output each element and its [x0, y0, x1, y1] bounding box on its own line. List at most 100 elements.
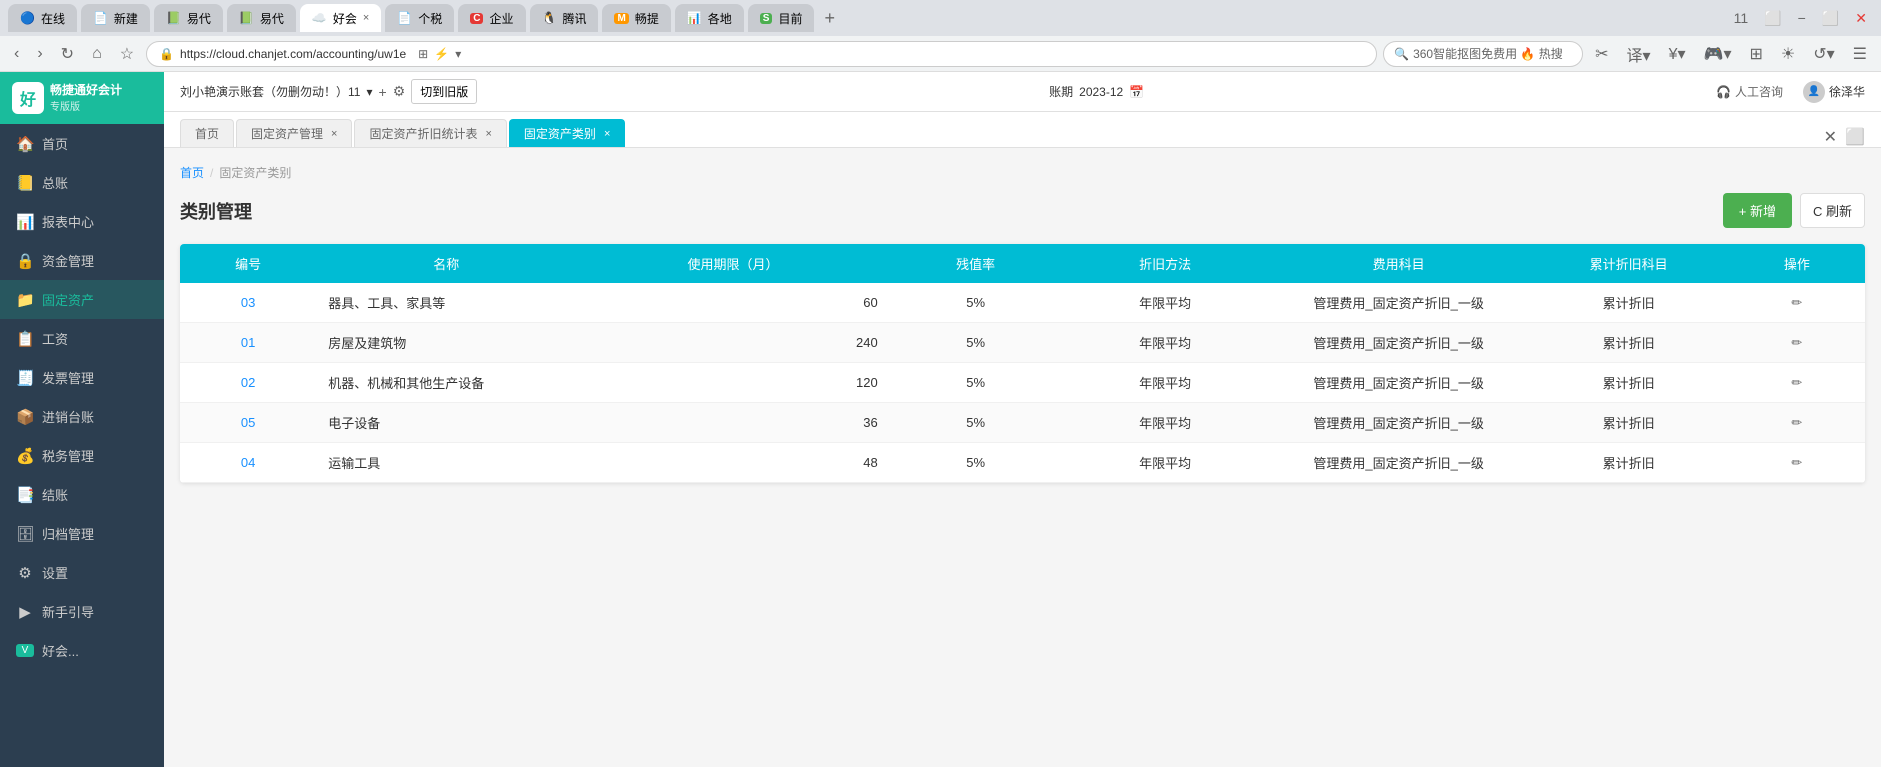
browser-tab-4[interactable]: 📗 易代 — [227, 4, 296, 32]
sidebar-item-fixed-assets[interactable]: 📁 固定资产 — [0, 280, 164, 319]
edit-icon[interactable]: ✏ — [1791, 415, 1802, 430]
browser-tab-1[interactable]: 🔵 在线 — [8, 4, 77, 32]
breadcrumb: 首页 / 固定资产类别 — [180, 164, 1865, 181]
grid-button[interactable]: ⊞ — [1743, 40, 1768, 68]
cell-name: 器具、工具、家具等 — [316, 283, 576, 323]
edit-icon[interactable]: ✏ — [1791, 295, 1802, 310]
breadcrumb-home[interactable]: 首页 — [180, 164, 204, 181]
window-tab-button[interactable]: ⬜ — [1758, 8, 1787, 29]
avatar-icon: 👤 — [1803, 81, 1825, 103]
sidebar-item-archive[interactable]: 🗄 归档管理 — [0, 514, 164, 553]
menu-button[interactable]: ☰ — [1847, 40, 1873, 68]
page-tab-depreciation[interactable]: 固定资产折旧统计表 × — [354, 119, 506, 147]
window-restore-button[interactable]: − — [1792, 8, 1812, 28]
browser-tab-9[interactable]: M 畅提 — [602, 4, 670, 32]
browser-tab-2[interactable]: 📄 新建 — [81, 4, 150, 32]
search-bar[interactable]: 🔍 360智能抠图免费用 🔥 热搜 — [1383, 41, 1583, 67]
sidebar-item-funds[interactable]: 🔒 资金管理 — [0, 241, 164, 280]
sidebar-item-settings[interactable]: ⚙ 设置 — [0, 553, 164, 592]
settings-gear-icon[interactable]: ⚙ — [393, 83, 406, 100]
user-avatar[interactable]: 👤 徐泽华 — [1803, 81, 1865, 103]
sidebar-item-guide[interactable]: ▶ 新手引导 — [0, 592, 164, 631]
calendar-icon[interactable]: 📅 — [1129, 85, 1144, 99]
cell-method: 年限平均 — [1061, 363, 1268, 403]
code-link[interactable]: 04 — [241, 455, 255, 470]
back-button[interactable]: ‹ — [8, 41, 25, 67]
close-tab-5-icon[interactable]: × — [363, 12, 369, 24]
sidebar-item-reports[interactable]: 📊 报表中心 — [0, 202, 164, 241]
archive-icon: 🗄 — [16, 525, 34, 543]
edit-icon[interactable]: ✏ — [1791, 375, 1802, 390]
cell-action: ✏ — [1729, 403, 1865, 443]
browser-tab-5[interactable]: ☁️ 好会 × — [300, 4, 381, 32]
add-account-button[interactable]: + — [379, 84, 387, 100]
game-button[interactable]: 🎮▾ — [1698, 40, 1738, 68]
col-method: 折旧方法 — [1061, 244, 1268, 283]
cell-name: 房屋及建筑物 — [316, 323, 576, 363]
sidebar-item-settle[interactable]: 📑 结账 — [0, 475, 164, 514]
page-tab-category[interactable]: 固定资产类别 × — [509, 119, 625, 147]
code-link[interactable]: 05 — [241, 415, 255, 430]
sidebar-item-more[interactable]: V 好会... — [0, 631, 164, 670]
cell-accumulated: 累计折旧 — [1529, 323, 1729, 363]
support-link[interactable]: 🎧 人工咨询 — [1716, 83, 1783, 100]
browser-tab-6[interactable]: 📄 个税 — [385, 4, 454, 32]
col-code: 编号 — [180, 244, 316, 283]
settings-icon: ⚙ — [16, 564, 34, 582]
bookmark-button[interactable]: ☆ — [114, 40, 140, 68]
scissors-button[interactable]: ✂ — [1589, 40, 1614, 68]
browser-tab-bar: 🔵 在线 📄 新建 📗 易代 📗 易代 ☁️ 好会 × 📄 个税 C 企业 🐧 … — [0, 0, 1881, 36]
translate-button[interactable]: 译▾ — [1621, 38, 1657, 70]
forward-button[interactable]: › — [31, 41, 48, 67]
code-link[interactable]: 03 — [241, 295, 255, 310]
sidebar-item-tax[interactable]: 💰 税务管理 — [0, 436, 164, 475]
edit-icon[interactable]: ✏ — [1791, 335, 1802, 350]
currency-button[interactable]: ¥▾ — [1663, 40, 1692, 68]
history-button[interactable]: ↺▾ — [1807, 40, 1840, 68]
sidebar-item-salary[interactable]: 📋 工资 — [0, 319, 164, 358]
window-minimize-button[interactable]: 11 — [1728, 8, 1755, 28]
home-button[interactable]: ⌂ — [86, 41, 108, 67]
close-tab-assets-icon[interactable]: × — [331, 128, 337, 140]
period-info: 账期 2023-12 📅 — [1049, 83, 1144, 100]
add-button[interactable]: + 新增 — [1723, 193, 1792, 228]
address-bar[interactable]: 🔒 https://cloud.chanjet.com/accounting/u… — [146, 41, 1377, 67]
guide-icon: ▶ — [16, 603, 34, 621]
close-tab-category-icon[interactable]: × — [604, 128, 610, 140]
browser-tab-8[interactable]: 🐧 腾讯 — [530, 4, 599, 32]
table-row: 02机器、机械和其他生产设备1205%年限平均管理费用_固定资产折旧_一级累计折… — [180, 363, 1865, 403]
settle-icon: 📑 — [16, 486, 34, 504]
code-link[interactable]: 02 — [241, 375, 255, 390]
sidebar-item-inventory[interactable]: 📦 进销台账 — [0, 397, 164, 436]
close-tab-depreciation-icon[interactable]: × — [485, 128, 491, 140]
brightness-button[interactable]: ☀ — [1775, 40, 1801, 68]
sidebar-item-invoice[interactable]: 🧾 发票管理 — [0, 358, 164, 397]
code-link[interactable]: 01 — [241, 335, 255, 350]
browser-tab-7[interactable]: C 企业 — [458, 4, 525, 32]
browser-tab-10[interactable]: 📊 各地 — [675, 4, 744, 32]
new-tab-button[interactable]: + — [818, 4, 841, 33]
edit-icon[interactable]: ✏ — [1791, 455, 1802, 470]
page-tab-assets[interactable]: 固定资产管理 × — [236, 119, 352, 147]
maximize-window-button[interactable]: ⬜ — [1845, 127, 1865, 147]
reload-button[interactable]: ↻ — [55, 40, 80, 68]
cell-period: 48 — [576, 443, 889, 483]
table-row: 01房屋及建筑物2405%年限平均管理费用_固定资产折旧_一级累计折旧✏ — [180, 323, 1865, 363]
window-close-button[interactable]: ✕ — [1849, 8, 1873, 29]
logo-text-block: 畅捷通好会计 专版版 — [50, 83, 122, 114]
cell-name: 机器、机械和其他生产设备 — [316, 363, 576, 403]
refresh-button[interactable]: C 刷新 — [1800, 193, 1865, 228]
switch-version-button[interactable]: 切到旧版 — [411, 79, 477, 104]
sidebar-item-ledger[interactable]: 📒 总账 — [0, 163, 164, 202]
sidebar-item-home[interactable]: 🏠 首页 — [0, 124, 164, 163]
close-window-button[interactable]: ✕ — [1824, 127, 1837, 147]
dropdown-icon[interactable]: ▾ — [366, 85, 372, 99]
fixed-assets-icon: 📁 — [16, 291, 34, 309]
browser-tab-11[interactable]: S 目前 — [748, 4, 815, 32]
browser-tab-3[interactable]: 📗 易代 — [154, 4, 223, 32]
col-action: 操作 — [1729, 244, 1865, 283]
page-tab-home[interactable]: 首页 — [180, 119, 234, 147]
cell-expense: 管理费用_固定资产折旧_一级 — [1269, 403, 1529, 443]
cell-action: ✏ — [1729, 283, 1865, 323]
window-maximize-button[interactable]: ⬜ — [1816, 8, 1845, 29]
